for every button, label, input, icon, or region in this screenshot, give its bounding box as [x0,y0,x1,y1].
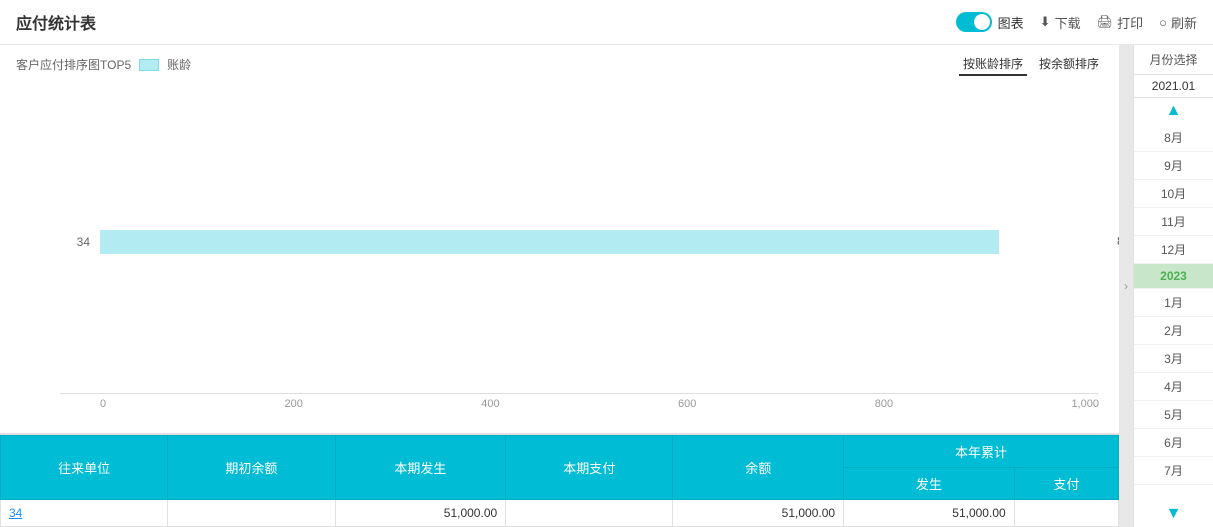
chart-toggle[interactable] [956,12,992,32]
sidebar-expand[interactable]: › [1119,45,1133,527]
refresh-icon: ○ [1159,15,1167,30]
expand-icon: › [1124,279,1128,293]
col-ytd-group: 本年累计 [844,436,1119,468]
sort-by-amount-btn[interactable]: 按余额排序 [1035,53,1103,76]
sidebar-item-may[interactable]: 5月 [1134,401,1213,429]
x-axis-200: 200 [285,398,303,410]
sidebar-item-jul[interactable]: 7月 [1134,457,1213,485]
col-ytd-occur: 发生 [844,468,1015,500]
page-title: 应付统计表 [16,10,96,34]
bar-end-label: 856天 [1117,232,1119,249]
refresh-label: 刷新 [1171,13,1197,32]
col-opening: 期初余额 [168,436,335,500]
refresh-button[interactable]: ○ 刷新 [1159,13,1197,32]
bar-row: 34 856天 [60,230,1099,254]
x-axis: 0 200 400 600 800 1,000 [60,393,1099,410]
sidebar-item-oct[interactable]: 10月 [1134,180,1213,208]
chart-controls: 客户应付排序图TOP5 账龄 按账龄排序 按余额排序 [0,45,1119,84]
sort-by-balance-btn[interactable]: 按账龄排序 [959,53,1027,76]
chart-toggle-label: 图表 [998,13,1024,32]
sidebar-label: 6月 [1164,436,1183,450]
sidebar-item-mar[interactable]: 3月 [1134,345,1213,373]
sidebar-header: 月份选择 [1134,45,1213,75]
sidebar-date-value[interactable]: 2021.01 [1134,75,1213,98]
sidebar-item-feb[interactable]: 2月 [1134,317,1213,345]
col-unit: 往来单位 [1,436,168,500]
table-row: 34 51,000.00 51,000.00 51,000.00 [1,500,1119,527]
cell-unit[interactable]: 34 [1,500,168,527]
sidebar-down-arrow[interactable]: ▼ [1134,501,1213,527]
print-label: 打印 [1117,13,1143,32]
chart-container: 34 856天 0 200 400 600 800 1,000 [0,84,1119,433]
legend-text: 客户应付排序图TOP5 [16,56,131,73]
x-axis-400: 400 [481,398,499,410]
page-container: 应付统计表 图表 ⬇ 下载 🖨 打印 ○ 刷新 [0,0,1213,527]
toggle-knob [974,14,990,30]
cell-balance: 51,000.00 [673,500,844,527]
right-sidebar: 月份选择 2021.01 ▲ 8月 9月 10月 11月 12月 2023 1月… [1133,45,1213,527]
sidebar-label: 2023 [1160,269,1187,283]
legend-box [139,59,159,71]
chart-area: 客户应付排序图TOP5 账龄 按账龄排序 按余额排序 34 856天 [0,45,1119,527]
bar [100,230,999,254]
sidebar-up-arrow[interactable]: ▲ [1134,98,1213,124]
cell-ytd-pay [1014,500,1118,527]
chart-legend: 客户应付排序图TOP5 账龄 [16,56,191,73]
sidebar-label: 5月 [1164,408,1183,422]
sidebar-item-aug[interactable]: 8月 [1134,124,1213,152]
print-icon: 🖨 [1097,14,1114,30]
sidebar-item-apr[interactable]: 4月 [1134,373,1213,401]
download-button[interactable]: ⬇ 下载 [1040,13,1081,32]
table-area: 往来单位 期初余额 本期发生 本期支付 余额 本年累计 发生 支付 [0,433,1119,527]
data-table: 往来单位 期初余额 本期发生 本期支付 余额 本年累计 发生 支付 [0,435,1119,527]
sidebar-item-jun[interactable]: 6月 [1134,429,1213,457]
bar-wrapper: 856天 [100,230,1099,254]
col-balance: 余额 [673,436,844,500]
main-area: 客户应付排序图TOP5 账龄 按账龄排序 按余额排序 34 856天 [0,45,1213,527]
col-current-pay: 本期支付 [506,436,673,500]
sidebar-label: 8月 [1164,131,1183,145]
sidebar-item-dec[interactable]: 12月 [1134,236,1213,264]
sidebar-label: 3月 [1164,352,1183,366]
bar-label: 34 [60,235,90,249]
cell-current-occur: 51,000.00 [335,500,506,527]
chart-toggle-wrapper: 图表 [956,12,1024,32]
sidebar-label: 9月 [1164,159,1183,173]
x-axis-800: 800 [875,398,893,410]
print-button[interactable]: 🖨 打印 [1097,13,1144,32]
download-icon: ⬇ [1040,14,1051,30]
bar-chart: 34 856天 [60,94,1099,393]
cell-current-pay [506,500,673,527]
sidebar-item-jan[interactable]: 1月 [1134,289,1213,317]
sidebar-label: 4月 [1164,380,1183,394]
sidebar-label: 10月 [1161,187,1186,201]
sidebar-label: 1月 [1164,296,1183,310]
x-axis-1000: 1,000 [1071,398,1099,410]
sidebar-label: 2月 [1164,324,1183,338]
legend-box-label: 账龄 [167,56,191,73]
sidebar-item-sep[interactable]: 9月 [1134,152,1213,180]
sidebar-label: 11月 [1161,215,1185,229]
sidebar-item-nov[interactable]: 11月 [1134,208,1213,236]
sidebar-label: 7月 [1164,464,1183,478]
sidebar-scroll: 8月 9月 10月 11月 12月 2023 1月 2月 3月 4月 5月 6月… [1134,124,1213,501]
header-actions: 图表 ⬇ 下载 🖨 打印 ○ 刷新 [956,12,1197,32]
x-axis-0: 0 [100,398,106,410]
download-label: 下载 [1055,13,1081,32]
sort-buttons: 按账龄排序 按余额排序 [959,53,1103,76]
header: 应付统计表 图表 ⬇ 下载 🖨 打印 ○ 刷新 [0,0,1213,45]
cell-opening [168,500,335,527]
col-current-occur: 本期发生 [335,436,506,500]
sidebar-label: 12月 [1161,243,1186,257]
sidebar-item-year2023[interactable]: 2023 [1134,264,1213,289]
col-ytd-pay: 支付 [1014,468,1118,500]
x-axis-600: 600 [678,398,696,410]
cell-ytd-occur: 51,000.00 [844,500,1015,527]
